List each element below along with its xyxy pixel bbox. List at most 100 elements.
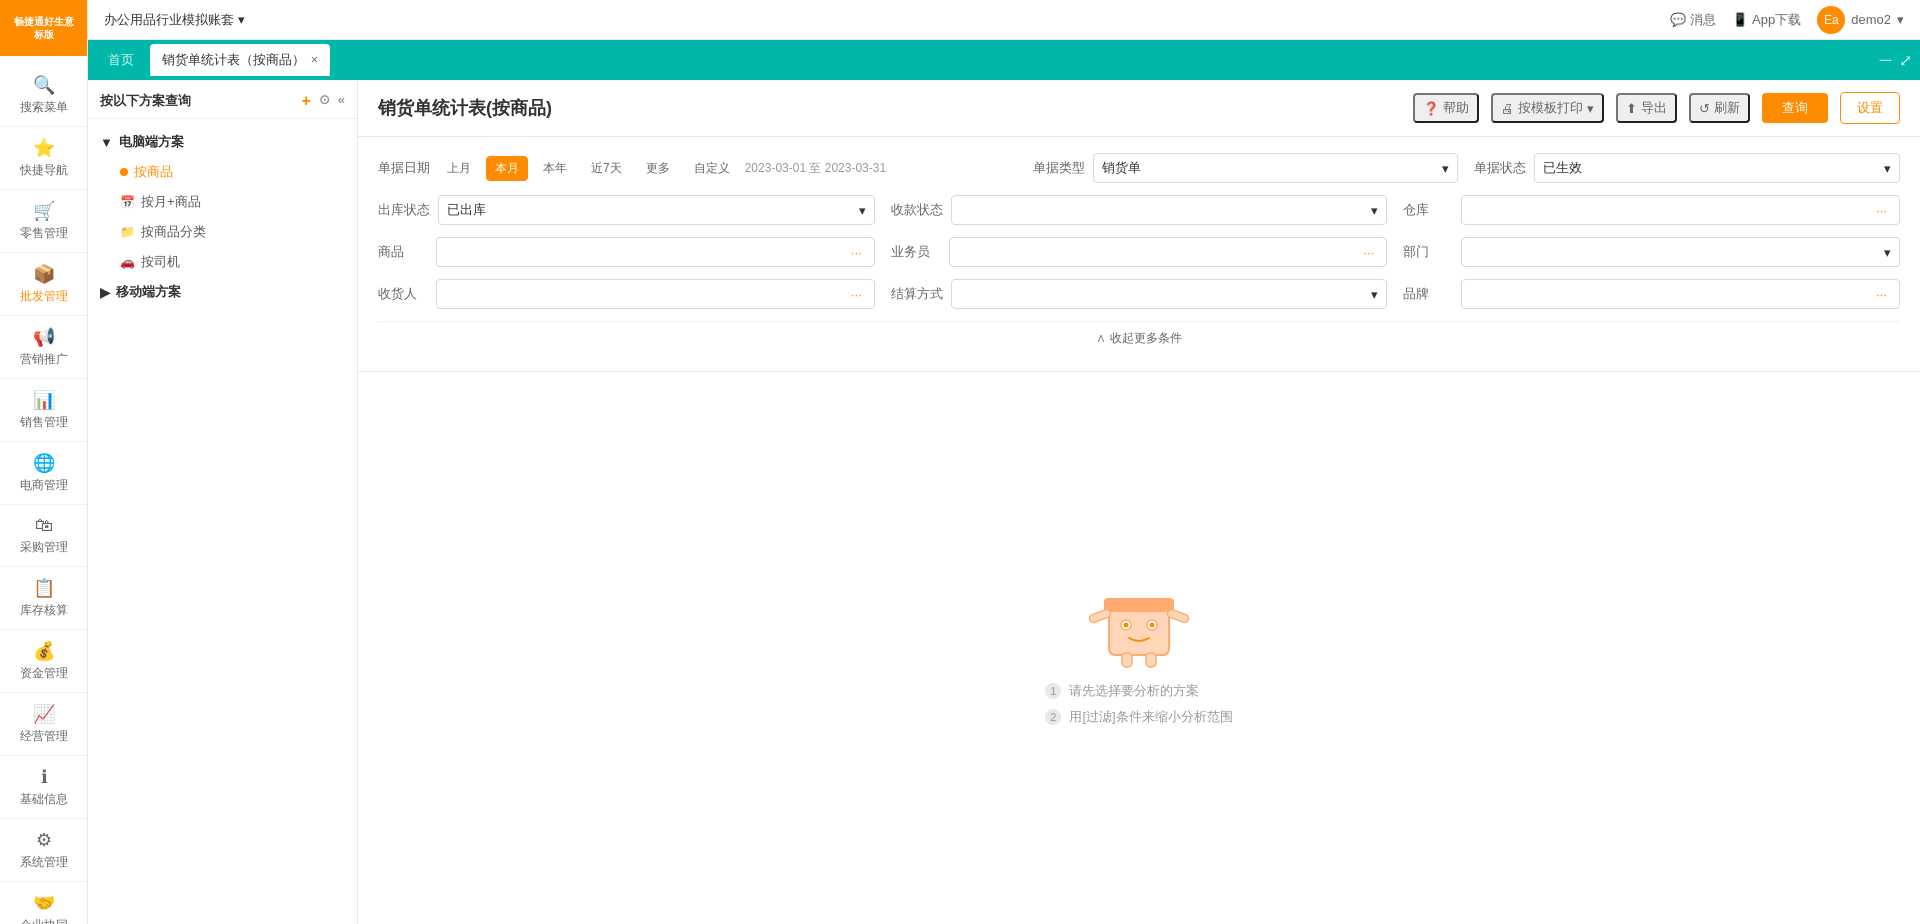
- tab-bar-controls: ─ ⤢: [1880, 51, 1912, 70]
- finance-icon: 💰: [33, 640, 55, 662]
- settlement-dropdown-icon: ▾: [1371, 287, 1378, 302]
- department-field: 部门 ▾: [1403, 237, 1900, 267]
- sidebar-item-sales[interactable]: 📊 销售管理: [0, 379, 88, 442]
- scheme-by-month-product-label: 按月+商品: [141, 193, 201, 211]
- page-header-actions: ❓ 帮助 🖨 按模板打印 ▾ ⬆ 导出 ↺: [1413, 92, 1900, 124]
- help-button[interactable]: ❓ 帮助: [1413, 93, 1479, 123]
- doc-status-dropdown-icon: ▾: [1884, 161, 1891, 176]
- sidebar-item-ecommerce[interactable]: 🌐 电商管理: [0, 442, 88, 505]
- print-dropdown-icon: ▾: [1587, 101, 1594, 116]
- search-menu-icon: 🔍: [33, 74, 55, 96]
- collapse-more-conditions[interactable]: ∧ 收起更多条件: [378, 321, 1900, 355]
- step-2-num: 2: [1045, 709, 1061, 725]
- sidebar-item-system[interactable]: ⚙ 系统管理: [0, 819, 88, 882]
- tab-home[interactable]: 首页: [96, 44, 146, 76]
- sidebar-item-label: 企业协同: [20, 917, 68, 924]
- empty-step-1: 1 请先选择要分析的方案: [1045, 682, 1232, 700]
- date-btn-current-month[interactable]: 本月: [486, 156, 528, 181]
- salesperson-ellipsis[interactable]: ···: [1360, 245, 1379, 260]
- scheme-icon-2: 📁: [120, 225, 135, 239]
- warehouse-ellipsis[interactable]: ···: [1872, 203, 1891, 218]
- tab-current[interactable]: 销货单统计表（按商品） ×: [150, 44, 330, 76]
- department-label: 部门: [1403, 243, 1453, 261]
- scheme-by-category[interactable]: 📁 按商品分类: [108, 217, 357, 247]
- scheme-by-product[interactable]: 按商品: [108, 157, 357, 187]
- settlement-input[interactable]: ▾: [951, 279, 1388, 309]
- enterprise-icon: 🤝: [33, 892, 55, 914]
- receipt-status-input[interactable]: ▾: [951, 195, 1388, 225]
- salesperson-input[interactable]: ···: [949, 237, 1388, 267]
- date-btn-current-year[interactable]: 本年: [534, 156, 576, 181]
- mobile-scheme-parent[interactable]: ▶ 移动端方案: [88, 277, 357, 307]
- print-button[interactable]: 🖨 按模板打印 ▾: [1491, 93, 1604, 123]
- sidebar-item-quick-nav[interactable]: ⭐ 快捷导航: [0, 127, 88, 190]
- mobile-scheme-label: 移动端方案: [116, 283, 181, 301]
- consignee-input[interactable]: ···: [436, 279, 875, 309]
- date-btn-custom[interactable]: 自定义: [685, 156, 739, 181]
- app-download-icon: 📱: [1732, 12, 1748, 27]
- scheme-by-month-product[interactable]: 📅 按月+商品: [108, 187, 357, 217]
- date-btn-last-month[interactable]: 上月: [438, 156, 480, 181]
- filter-row-2: 出库状态 已出库 ▾ 收款状态 ▾ 仓库: [378, 195, 1900, 225]
- refresh-button[interactable]: ↺ 刷新: [1689, 93, 1750, 123]
- doc-type-input[interactable]: 销货单 ▾: [1093, 153, 1459, 183]
- settings-button[interactable]: 设置: [1840, 92, 1900, 124]
- sidebar-item-wholesale[interactable]: 📦 批发管理: [0, 253, 88, 316]
- sidebar-item-purchase[interactable]: 🛍 采购管理: [0, 505, 88, 567]
- page-title: 销货单统计表(按商品): [378, 96, 552, 120]
- filter-tree: ▼ 电脑端方案 按商品 📅 按月+商品 📁 按商品分类: [88, 119, 357, 315]
- sidebar-item-basics[interactable]: ℹ 基础信息: [0, 756, 88, 819]
- doc-status-input[interactable]: 已生效 ▾: [1534, 153, 1900, 183]
- sidebar-item-marketing[interactable]: 📢 营销推广: [0, 316, 88, 379]
- settings-scheme-button[interactable]: ⊙: [319, 92, 330, 110]
- export-button[interactable]: ⬆ 导出: [1616, 93, 1677, 123]
- sidebar-item-enterprise[interactable]: 🤝 企业协同: [0, 882, 88, 924]
- page-header: 销货单统计表(按商品) ❓ 帮助 🖨 按模板打印 ▾ ⬆: [358, 80, 1920, 137]
- product-ellipsis[interactable]: ···: [847, 245, 866, 260]
- scheme-by-product-label: 按商品: [134, 163, 173, 181]
- svg-rect-9: [1146, 653, 1156, 667]
- user-profile[interactable]: Ea demo2 ▾: [1817, 6, 1904, 34]
- scheme-by-driver[interactable]: 🚗 按司机: [108, 247, 357, 277]
- sidebar-item-search-menu[interactable]: 🔍 搜索菜单: [0, 64, 88, 127]
- wholesale-icon: 📦: [33, 263, 55, 285]
- date-label: 单据日期: [378, 159, 430, 177]
- scheme-by-driver-label: 按司机: [141, 253, 180, 271]
- active-dot: [120, 168, 128, 176]
- department-input[interactable]: ▾: [1461, 237, 1900, 267]
- sidebar-item-label: 搜索菜单: [20, 99, 68, 116]
- brand-ellipsis[interactable]: ···: [1872, 287, 1891, 302]
- help-icon: ❓: [1423, 101, 1439, 116]
- query-button[interactable]: 查询: [1762, 93, 1828, 123]
- receipt-status-label: 收款状态: [891, 201, 943, 219]
- empty-text: 1 请先选择要分析的方案 2 用[过滤]条件来缩小分析范围: [1045, 682, 1232, 726]
- print-icon: 🖨: [1501, 101, 1514, 116]
- sidebar-item-retail[interactable]: 🛒 零售管理: [0, 190, 88, 253]
- date-btn-more[interactable]: 更多: [637, 156, 679, 181]
- sidebar-item-inventory[interactable]: 📋 库存核算: [0, 567, 88, 630]
- tab-close-icon[interactable]: ×: [311, 53, 318, 67]
- industry-title: 办公用品行业模拟账套 ▾: [104, 11, 245, 29]
- consignee-ellipsis[interactable]: ···: [847, 287, 866, 302]
- tab-maximize-icon[interactable]: ⤢: [1899, 51, 1912, 70]
- sidebar-item-finance[interactable]: 💰 资金管理: [0, 630, 88, 693]
- tab-minimize-icon[interactable]: ─: [1880, 51, 1891, 70]
- collapse-panel-button[interactable]: «: [338, 92, 345, 110]
- desktop-scheme-parent[interactable]: ▼ 电脑端方案: [88, 127, 357, 157]
- salesperson-label: 业务员: [891, 243, 941, 261]
- app-download-action[interactable]: 📱 App下载: [1732, 11, 1801, 29]
- warehouse-input[interactable]: ···: [1461, 195, 1900, 225]
- add-scheme-button[interactable]: +: [301, 92, 310, 110]
- out-status-input[interactable]: 已出库 ▾: [438, 195, 875, 225]
- message-action[interactable]: 💬 消息: [1670, 11, 1716, 29]
- message-icon: 💬: [1670, 12, 1686, 27]
- sidebar-item-operations[interactable]: 📈 经营管理: [0, 693, 88, 756]
- industry-dropdown-icon[interactable]: ▾: [238, 12, 245, 27]
- filter-panel: 按以下方案查询 + ⊙ « ▼ 电脑端方案 按商品: [88, 80, 358, 924]
- date-btn-7days[interactable]: 近7天: [582, 156, 631, 181]
- product-field: 商品 ···: [378, 237, 875, 267]
- product-input[interactable]: ···: [436, 237, 875, 267]
- marketing-icon: 📢: [33, 326, 55, 348]
- ecommerce-icon: 🌐: [33, 452, 55, 474]
- brand-input[interactable]: ···: [1461, 279, 1900, 309]
